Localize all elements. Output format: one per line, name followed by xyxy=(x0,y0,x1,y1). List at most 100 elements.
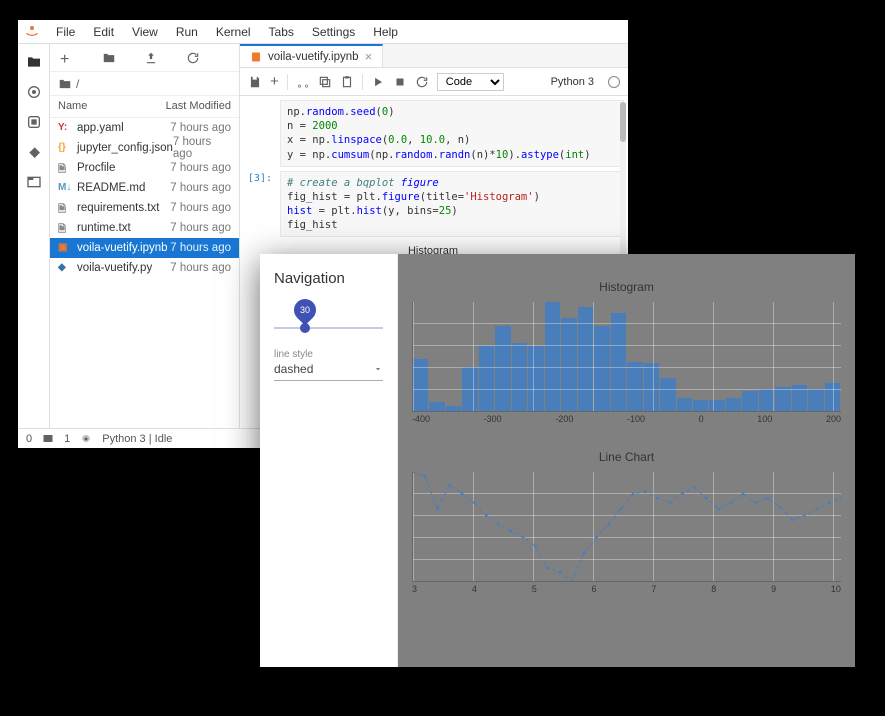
menu-tabs[interactable]: Tabs xyxy=(261,23,302,41)
file-time: 7 hours ago xyxy=(170,162,231,174)
refresh-icon[interactable] xyxy=(186,51,200,65)
hist-bar xyxy=(677,398,692,411)
voila-main: Histogram -400-300-200-1000100200 Line C… xyxy=(398,254,855,667)
file-name: app.yaml xyxy=(77,122,124,134)
hist-bar xyxy=(726,398,741,411)
notebook-icon xyxy=(250,51,262,63)
file-name: requirements.txt xyxy=(77,202,159,214)
voila-histogram: Histogram -400-300-200-1000100200 xyxy=(412,280,841,424)
linestyle-dropdown[interactable]: dashed xyxy=(274,360,383,381)
terminal-status-icon[interactable] xyxy=(42,433,54,445)
header-name[interactable]: Name xyxy=(58,100,87,113)
hist-bar xyxy=(561,318,576,411)
voila-window: Navigation 30 line style dashed Histogra… xyxy=(260,254,855,667)
paste-icon[interactable] xyxy=(340,75,354,89)
close-icon[interactable]: × xyxy=(365,49,373,64)
nav-title: Navigation xyxy=(274,270,383,287)
file-row[interactable]: 🗎runtime.txt7 hours ago xyxy=(50,218,239,238)
kernel-name[interactable]: Python 3 xyxy=(551,76,594,88)
menu-help[interactable]: Help xyxy=(365,23,406,41)
stop-icon[interactable] xyxy=(393,75,407,89)
filebrowser-icon[interactable] xyxy=(26,54,42,70)
run-icon[interactable] xyxy=(371,75,385,89)
file-name: README.md xyxy=(77,182,145,194)
hist-bar xyxy=(413,359,428,411)
file-row[interactable]: M↓README.md7 hours ago xyxy=(50,178,239,198)
new-folder-icon[interactable] xyxy=(102,51,116,65)
xtick: 100 xyxy=(757,414,772,424)
hist-bar xyxy=(446,406,461,411)
file-time: 7 hours ago xyxy=(170,182,231,194)
settings-status-icon[interactable] xyxy=(80,433,92,445)
insert-cell-icon[interactable]: + xyxy=(270,73,279,90)
hist-bar xyxy=(462,367,477,411)
voila-hist-title: Histogram xyxy=(412,280,841,294)
voila-linechart: Line Chart 345678910 xyxy=(412,450,841,594)
restart-icon[interactable] xyxy=(415,75,429,89)
file-time: 7 hours ago xyxy=(170,122,231,134)
jupyter-logo-icon xyxy=(24,24,40,40)
menu-run[interactable]: Run xyxy=(168,23,206,41)
dropdown-label: line style xyxy=(274,349,383,360)
file-row[interactable]: ◆voila-vuetify.py7 hours ago xyxy=(50,258,239,278)
code-cell[interactable]: [3]:# create a bqplot figure fig_hist = … xyxy=(240,171,624,238)
code-cell[interactable]: np.random.seed(0) n = 2000 x = np.linspa… xyxy=(240,100,624,167)
file-time: 7 hours ago xyxy=(173,136,231,160)
file-time: 7 hours ago xyxy=(170,202,231,214)
xtick: 10 xyxy=(831,584,841,594)
hist-bar xyxy=(627,362,642,411)
hist-bar xyxy=(611,313,626,411)
cell-type-select[interactable]: Code xyxy=(437,73,504,91)
slider[interactable]: 30 xyxy=(274,301,383,335)
menu-file[interactable]: File xyxy=(48,23,83,41)
file-row[interactable]: 🗎Procfile7 hours ago xyxy=(50,158,239,178)
file-row[interactable]: {}jupyter_config.json7 hours ago xyxy=(50,138,239,158)
extensions-icon[interactable] xyxy=(26,144,42,160)
upload-icon[interactable] xyxy=(144,51,158,65)
hist-bar xyxy=(775,387,790,411)
copy-icon[interactable] xyxy=(318,75,332,89)
menu-settings[interactable]: Settings xyxy=(304,23,363,41)
file-name: voila-vuetify.py xyxy=(77,262,152,274)
xtick: 7 xyxy=(651,584,656,594)
hist-bar xyxy=(660,378,675,411)
breadcrumb[interactable]: / xyxy=(50,72,239,96)
menu-view[interactable]: View xyxy=(124,23,166,41)
file-time: 7 hours ago xyxy=(170,262,231,274)
hist-bar xyxy=(759,389,774,411)
file-type-icon: 🗎 xyxy=(58,162,71,175)
file-row[interactable]: Y:app.yaml7 hours ago xyxy=(50,118,239,138)
menu-edit[interactable]: Edit xyxy=(85,23,122,41)
file-row[interactable]: 🗎requirements.txt7 hours ago xyxy=(50,198,239,218)
folder-icon xyxy=(58,77,72,91)
file-name: runtime.txt xyxy=(77,222,131,234)
tab-notebook[interactable]: voila-vuetify.ipynb × xyxy=(240,44,383,67)
new-launcher-icon[interactable]: + xyxy=(60,51,74,65)
file-row[interactable]: ▣voila-vuetify.ipynb7 hours ago xyxy=(50,238,239,258)
filebrowser: + / Name Last Modified Y:app.yaml7 hours… xyxy=(50,44,240,428)
commands-icon[interactable] xyxy=(26,114,42,130)
cell-body[interactable]: np.random.seed(0) n = 2000 x = np.linspa… xyxy=(280,100,624,167)
xtick: -100 xyxy=(627,414,645,424)
xtick: 6 xyxy=(592,584,597,594)
running-icon[interactable] xyxy=(26,84,42,100)
save-icon[interactable] xyxy=(248,75,262,89)
notebook-toolbar: + Code Python 3 xyxy=(240,68,628,96)
menu-kernel[interactable]: Kernel xyxy=(208,23,259,41)
file-name: jupyter_config.json xyxy=(77,142,173,154)
dropdown-value: dashed xyxy=(274,362,313,376)
nav-drawer: Navigation 30 line style dashed xyxy=(260,254,398,667)
activity-bar xyxy=(18,44,50,428)
hist-bar xyxy=(578,307,593,411)
hist-bar xyxy=(594,326,609,411)
header-modified[interactable]: Last Modified xyxy=(166,100,231,113)
cut-icon[interactable] xyxy=(296,75,310,89)
xtick: 200 xyxy=(826,414,841,424)
chevron-down-icon xyxy=(373,364,383,374)
hist-bar xyxy=(742,391,757,411)
file-time: 7 hours ago xyxy=(170,222,231,234)
tabs-icon[interactable] xyxy=(26,174,42,190)
file-type-icon: ▣ xyxy=(58,242,71,255)
hist-bar xyxy=(528,346,543,411)
cell-body[interactable]: # create a bqplot figure fig_hist = plt.… xyxy=(280,171,624,238)
